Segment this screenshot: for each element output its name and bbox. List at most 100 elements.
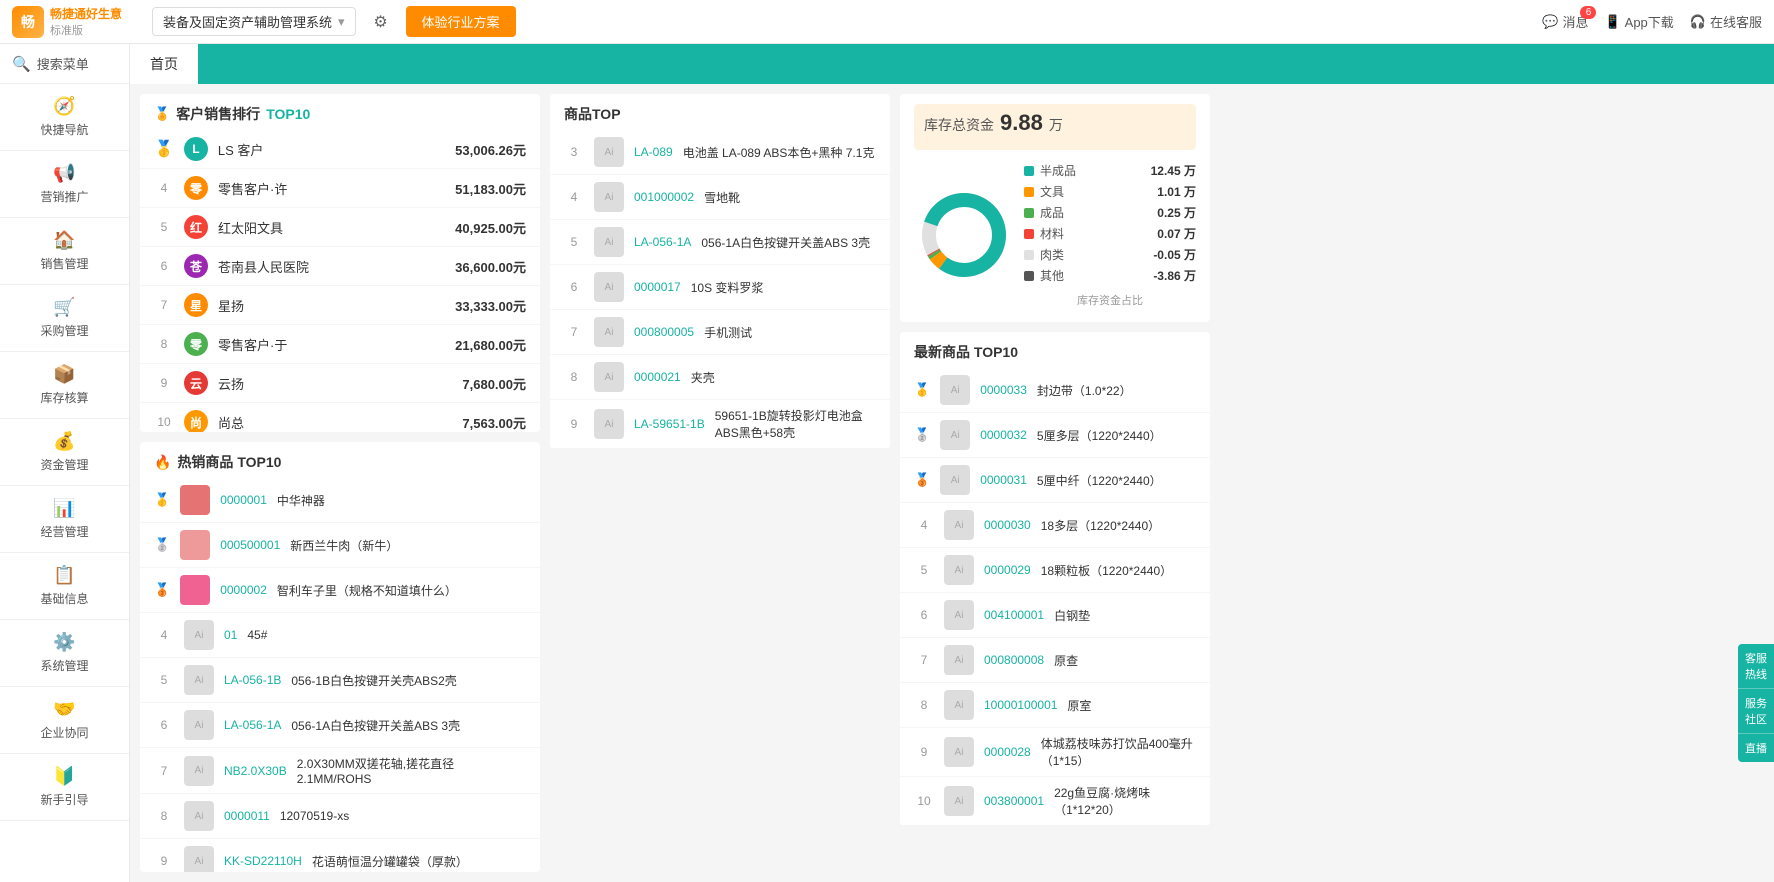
- product-code: LA-056-1B: [224, 673, 281, 687]
- sidebar-item-inventory[interactable]: 📦 库存核算: [0, 352, 129, 419]
- inventory-header: 库存总资金 9.88 万: [924, 110, 1186, 136]
- product-thumbnail: Ai: [944, 737, 974, 767]
- sidebar-item-basic-info[interactable]: 📋 基础信息: [0, 553, 129, 620]
- legend-category: 文具: [1040, 183, 1151, 200]
- try-button[interactable]: 体验行业方案: [406, 6, 516, 37]
- list-item: 5 Ai LA-056-1A 056-1A白色按键开关盖ABS 3壳: [550, 220, 890, 265]
- legend-item: 文具 1.01 万: [1024, 183, 1196, 200]
- list-item: 10 Ai 003800001 22g鱼豆腐·烧烤味（1*12*20）: [900, 777, 1210, 826]
- customer-amount: 36,600.00元: [455, 257, 526, 276]
- product-thumbnail: Ai: [940, 465, 970, 495]
- hot-products-heading: 热销商品 TOP10: [177, 452, 281, 472]
- rank-number: 9: [154, 854, 174, 868]
- sidebar-item-sales[interactable]: 🏠 销售管理: [0, 218, 129, 285]
- product-name: 59651-1B旋转投影灯电池盒ABS黑色+58壳: [715, 407, 876, 441]
- sidebar-item-finance[interactable]: 💰 资金管理: [0, 419, 129, 486]
- product-thumbnail: Ai: [184, 756, 214, 786]
- product-code: 0000002: [220, 583, 267, 597]
- settings-icon[interactable]: ⚙: [366, 7, 396, 37]
- dropdown-icon: ▾: [338, 14, 345, 30]
- product-code: 000800005: [634, 325, 694, 339]
- medal-icon: 🥈: [154, 537, 170, 553]
- system-selector[interactable]: 装备及固定资产辅助管理系统 ▾: [152, 7, 356, 36]
- product-thumbnail: Ai: [184, 620, 214, 650]
- inventory-legend: 半成品 12.45 万 文具 1.01 万 成品 0: [1024, 162, 1196, 308]
- online-service-btn[interactable]: 🎧 在线客服: [1690, 12, 1762, 31]
- top-customers-title: 🏅 客户销售排行 TOP10: [140, 94, 540, 130]
- product-code: LA-056-1A: [634, 235, 691, 249]
- table-row: 10 尚 尚总 7,563.00元: [140, 403, 540, 432]
- legend-category: 半成品: [1040, 162, 1145, 179]
- legend-color-dot: [1024, 187, 1034, 197]
- rank-number: 4: [914, 518, 934, 532]
- sidebar-item-purchase[interactable]: 🛒 采购管理: [0, 285, 129, 352]
- chart-area: 半成品 12.45 万 文具 1.01 万 成品 0: [914, 158, 1196, 312]
- list-item: 9 Ai LA-59651-1B 59651-1B旋转投影灯电池盒ABS黑色+5…: [550, 400, 890, 449]
- list-item: 🥈 Ai 0000032 5厘多层（1220*2440）: [900, 413, 1210, 458]
- sidebar-label-operations: 经营管理: [40, 523, 88, 540]
- product-thumbnail: Ai: [594, 182, 624, 212]
- legend-item: 材料 0.07 万: [1024, 225, 1196, 242]
- legend-value: 0.25 万: [1157, 204, 1196, 221]
- notifications-btn[interactable]: 💬 消息 6: [1542, 12, 1588, 31]
- live-stream-btn[interactable]: 直播: [1738, 734, 1774, 762]
- rank-number: 10: [914, 794, 934, 808]
- sidebar-item-quick-nav[interactable]: 🧭 快捷导航: [0, 84, 129, 151]
- product-name: 18多层（1220*2440）: [1041, 517, 1196, 534]
- legend-category: 肉类: [1040, 246, 1147, 263]
- table-row: 7 星 星扬 33,333.00元: [140, 286, 540, 325]
- list-item: 8 Ai 0000011 12070519-xs: [140, 794, 540, 839]
- inventory-bg: 库存总资金 9.88 万: [914, 104, 1196, 150]
- app-download-btn[interactable]: 📱 App下载: [1604, 12, 1673, 31]
- fire-icon: 🔥: [154, 454, 171, 471]
- top-customers-card: 🏅 客户销售排行 TOP10 🥇 L LS 客户 53,006.26元: [140, 94, 540, 432]
- top-right-actions: 💬 消息 6 📱 App下载 🎧 在线客服: [1542, 12, 1762, 31]
- mid-products-list: 3 Ai LA-089 电池盖 LA-089 ABS本色+黑种 7.1克 4 A…: [550, 130, 890, 449]
- customers-top-label: TOP10: [266, 106, 310, 122]
- product-thumbnail: [180, 530, 210, 560]
- product-thumbnail: Ai: [594, 227, 624, 257]
- sidebar-item-guide[interactable]: 🔰 新手引导: [0, 754, 129, 821]
- rank-number: 7: [564, 325, 584, 339]
- product-thumbnail: Ai: [944, 645, 974, 675]
- list-item: 🥇 0000001 中华神器: [140, 478, 540, 523]
- product-name: 056-1A白色按键开关盖ABS 3壳: [701, 234, 876, 251]
- hot-products-title: 🔥 热销商品 TOP10: [140, 442, 540, 478]
- product-code: 0000030: [984, 518, 1031, 532]
- product-thumbnail: Ai: [594, 409, 624, 439]
- rank-number: 5: [914, 563, 934, 577]
- sidebar-search[interactable]: 🔍 搜索菜单: [0, 44, 129, 84]
- product-name: 封边带（1.0*22）: [1037, 382, 1196, 399]
- product-name: 5厘中纤（1220*2440）: [1037, 472, 1196, 489]
- product-code: 0000017: [634, 280, 681, 294]
- product-thumbnail: [180, 485, 210, 515]
- sidebar-item-operations[interactable]: 📊 经营管理: [0, 486, 129, 553]
- list-item: 5 Ai LA-056-1B 056-1B白色按键开关壳ABS2壳: [140, 658, 540, 703]
- sidebar-item-system[interactable]: ⚙️ 系统管理: [0, 620, 129, 687]
- product-thumbnail: Ai: [184, 846, 214, 872]
- rank-number: 8: [154, 809, 174, 823]
- system-name: 装备及固定资产辅助管理系统: [163, 12, 332, 31]
- customer-amount: 7,563.00元: [462, 413, 526, 432]
- customer-hotline-btn[interactable]: 客服热线: [1738, 644, 1774, 689]
- product-name: 22g鱼豆腐·烧烤味（1*12*20）: [1054, 784, 1196, 818]
- legend-color-dot: [1024, 250, 1034, 260]
- medal-icon: 🥇: [154, 139, 174, 159]
- product-code: 004100001: [984, 608, 1044, 622]
- inventory-icon: 📦: [53, 364, 75, 385]
- tab-home[interactable]: 首页: [130, 44, 198, 84]
- sidebar-item-cooperation[interactable]: 🤝 企业协同: [0, 687, 129, 754]
- rank-number: 8: [564, 370, 584, 384]
- product-code: 0000011: [224, 809, 270, 823]
- sidebar-label-quick-nav: 快捷导航: [40, 121, 88, 138]
- avatar: 星: [184, 293, 208, 317]
- rank-number: 8: [154, 337, 174, 351]
- product-name: 18颗粒板（1220*2440）: [1041, 562, 1196, 579]
- chart-label: 库存资金占比: [1024, 292, 1196, 308]
- service-community-btn[interactable]: 服务社区: [1738, 689, 1774, 734]
- list-item: 🥉 Ai 0000031 5厘中纤（1220*2440）: [900, 458, 1210, 503]
- marketing-icon: 📢: [53, 163, 75, 184]
- sidebar-item-marketing[interactable]: 📢 营销推广: [0, 151, 129, 218]
- inventory-unit: 万: [1049, 115, 1063, 135]
- avatar: L: [184, 137, 208, 161]
